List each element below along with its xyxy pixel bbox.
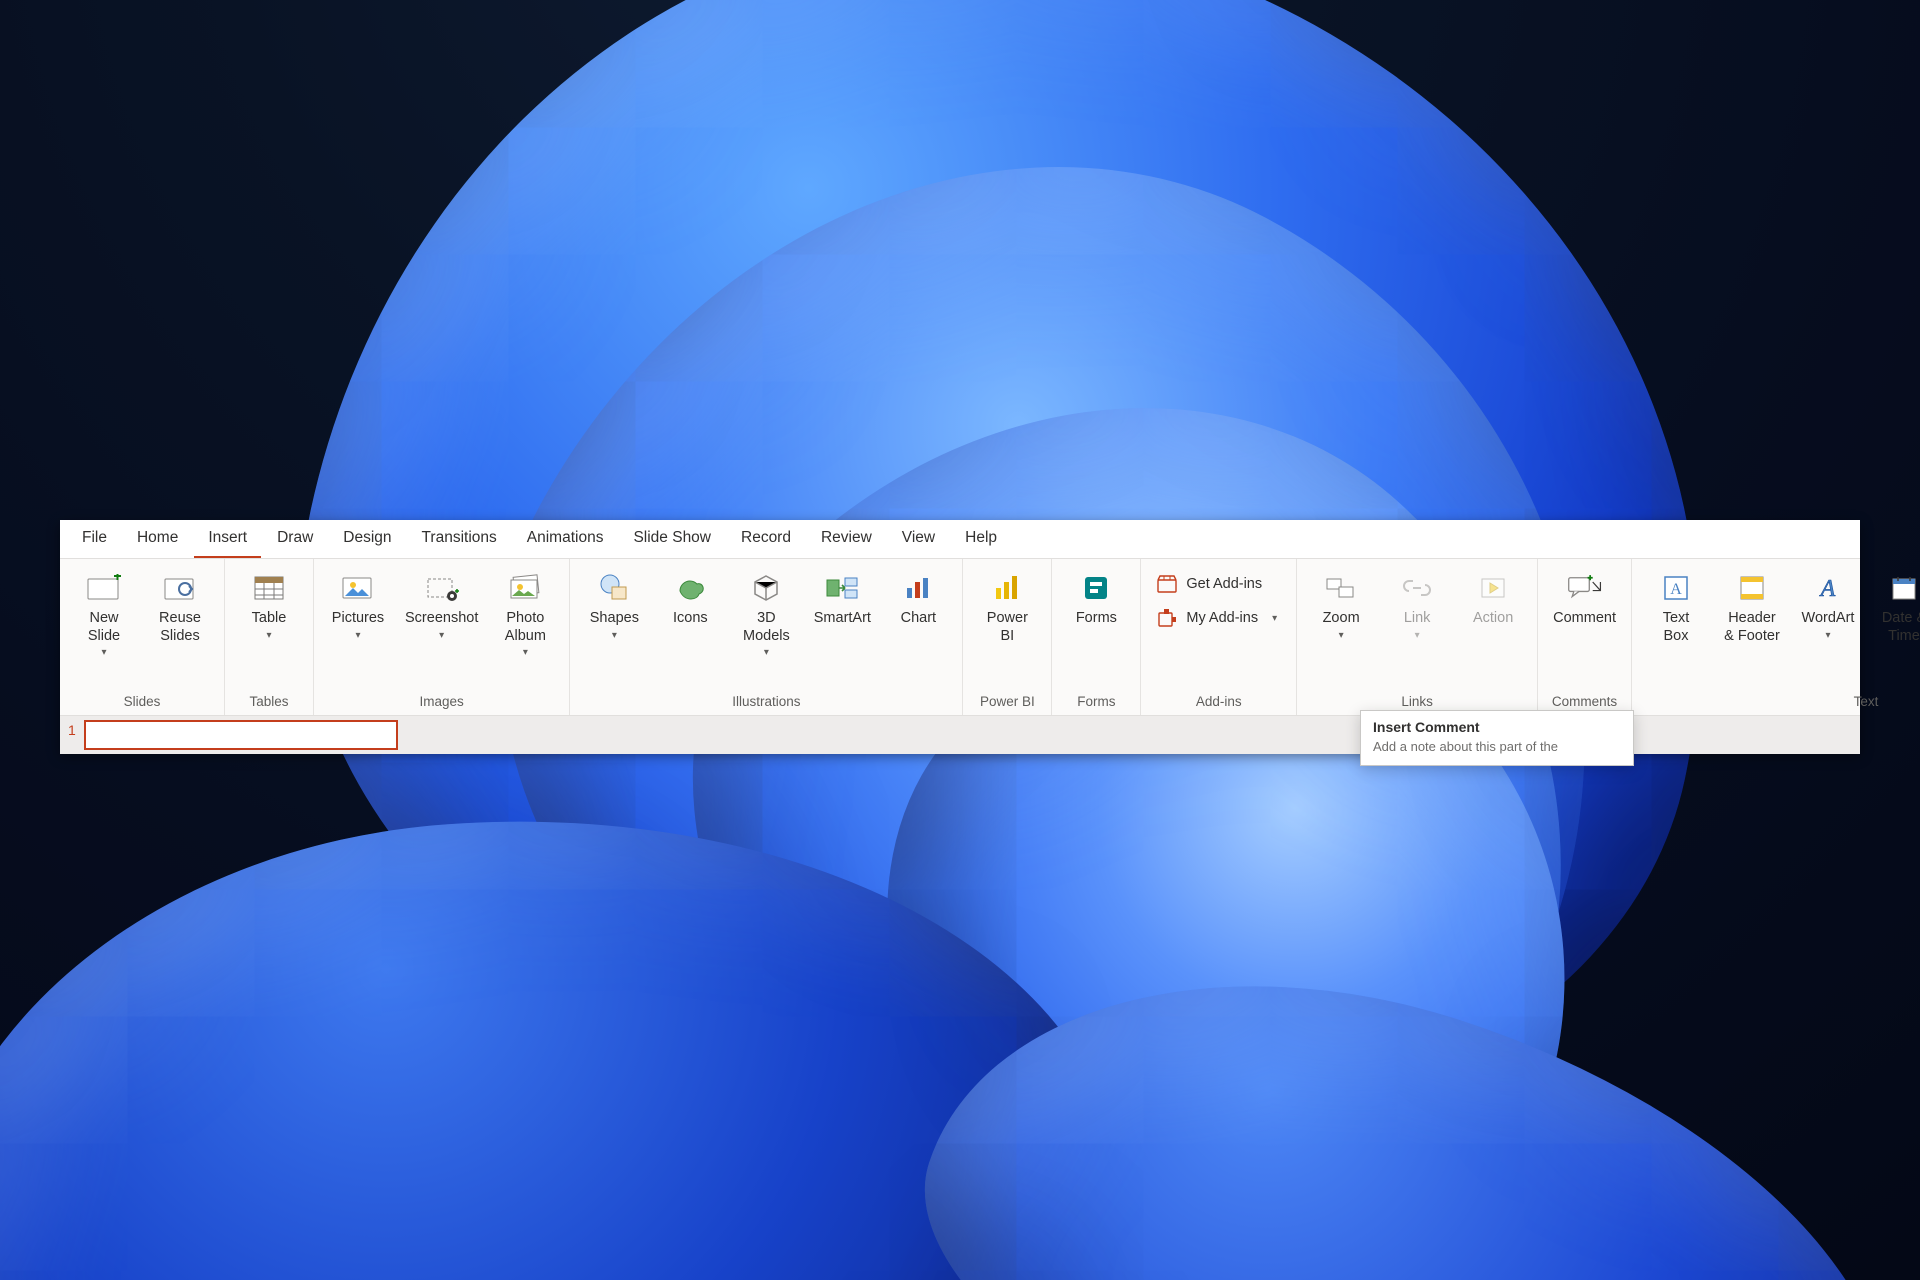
tooltip-title: Insert Comment [1373,719,1621,735]
table-icon [251,570,287,606]
action-button[interactable]: Action [1457,565,1529,629]
calendar-icon [1886,570,1920,606]
table-button[interactable]: Table ▾ [233,565,305,643]
forms-icon [1078,570,1114,606]
tab-animations[interactable]: Animations [513,523,618,558]
tooltip-body: Add a note about this part of the [1373,739,1621,755]
group-label-forms: Forms [1077,689,1115,715]
tab-view[interactable]: View [888,523,949,558]
group-label-tables: Tables [249,689,288,715]
tab-record[interactable]: Record [727,523,805,558]
forms-button[interactable]: Forms [1060,565,1132,629]
my-addins-button[interactable]: My Add-ins ▾ [1149,603,1288,633]
text-box-button[interactable]: A Text Box [1640,565,1712,646]
addins-icon [1156,607,1178,629]
tab-design[interactable]: Design [329,523,405,558]
get-addins-button[interactable]: Get Add-ins [1149,569,1288,599]
powerpoint-ribbon-window: File Home Insert Draw Design Transitions… [60,520,1860,752]
header-footer-button[interactable]: Header & Footer [1716,565,1788,646]
chevron-down-icon: ▾ [523,647,528,659]
smartart-icon [824,570,860,606]
link-button[interactable]: Link ▾ [1381,565,1453,643]
smartart-button[interactable]: SmartArt [806,565,878,629]
link-icon [1399,570,1435,606]
slide-number-label: 1 [68,716,76,738]
ribbon-body: New Slide ▾ Reuse Slides Slides [60,559,1860,716]
tooltip-insert-comment: Insert Comment Add a note about this par… [1360,710,1634,766]
comment-button[interactable]: Comment [1546,565,1623,629]
new-slide-icon [86,570,122,606]
power-bi-button[interactable]: Power BI [971,565,1043,646]
group-text: A Text Box Header & Footer A WordArt ▾ [1632,559,1920,715]
text-box-icon: A [1658,570,1694,606]
group-label-images: Images [420,689,464,715]
reuse-slides-icon [162,570,198,606]
photo-album-button[interactable]: Photo Album ▾ [489,565,561,661]
group-comments: Comment Comments [1538,559,1632,715]
group-label-slides: Slides [124,689,161,715]
tab-review[interactable]: Review [807,523,886,558]
group-links: Zoom ▾ Link ▾ Action Links [1297,559,1538,715]
group-addins: Get Add-ins My Add-ins ▾ Add-ins [1141,559,1297,715]
header-footer-icon [1734,570,1770,606]
chevron-down-icon: ▾ [266,630,271,642]
group-forms: Forms Forms [1052,559,1141,715]
shapes-icon [596,570,632,606]
group-powerbi: Power BI Power BI [963,559,1052,715]
chevron-down-icon: ▾ [355,630,360,642]
chevron-down-icon: ▾ [1415,630,1420,642]
chevron-down-icon: ▾ [439,630,444,642]
group-label-text: Text [1854,689,1879,715]
3d-models-button[interactable]: 3D Models ▾ [730,565,802,661]
wordart-icon: A [1810,570,1846,606]
photo-album-icon [507,570,543,606]
chevron-down-icon: ▾ [101,647,106,659]
group-slides: New Slide ▾ Reuse Slides Slides [60,559,225,715]
group-illustrations: Shapes ▾ Icons 3D Models ▾ [570,559,963,715]
pictures-button[interactable]: Pictures ▾ [322,565,394,643]
chevron-down-icon: ▾ [1339,630,1344,642]
new-slide-button[interactable]: New Slide ▾ [68,565,140,661]
tab-draw[interactable]: Draw [263,523,327,558]
group-tables: Table ▾ Tables [225,559,314,715]
power-bi-icon [989,570,1025,606]
group-label-addins: Add-ins [1196,689,1242,715]
tab-help[interactable]: Help [951,523,1011,558]
reuse-slides-button[interactable]: Reuse Slides [144,565,216,646]
icons-icon [672,570,708,606]
group-label-powerbi: Power BI [980,689,1035,715]
tab-slide-show[interactable]: Slide Show [619,523,725,558]
tab-home[interactable]: Home [123,523,192,558]
group-label-illustrations: Illustrations [732,689,800,715]
group-images: Pictures ▾ Screenshot ▾ Photo Album ▾ [314,559,570,715]
screenshot-icon [424,570,460,606]
action-icon [1475,570,1511,606]
slide-thumbnail-1[interactable] [84,720,398,750]
icons-button[interactable]: Icons [654,565,726,629]
zoom-button[interactable]: Zoom ▾ [1305,565,1377,643]
comment-icon [1567,570,1603,606]
chart-button[interactable]: Chart [882,565,954,629]
zoom-icon [1323,570,1359,606]
chart-icon [900,570,936,606]
chevron-down-icon: ▾ [1272,613,1277,624]
tab-file[interactable]: File [68,523,121,558]
chevron-down-icon: ▾ [764,647,769,659]
cube-icon [748,570,784,606]
screenshot-button[interactable]: Screenshot ▾ [398,565,485,643]
svg-text:A: A [1670,581,1682,598]
store-icon [1156,573,1178,595]
ribbon-tabs: File Home Insert Draw Design Transitions… [60,520,1860,559]
tab-insert[interactable]: Insert [194,523,261,558]
svg-text:A: A [1819,576,1836,602]
tab-transitions[interactable]: Transitions [408,523,511,558]
chevron-down-icon: ▾ [612,630,617,642]
pictures-icon [340,570,376,606]
date-time-button[interactable]: Date & Time [1868,565,1920,646]
shapes-button[interactable]: Shapes ▾ [578,565,650,643]
chevron-down-icon: ▾ [1825,630,1830,642]
slide-thumbnail-panel: 1 [60,716,398,754]
wordart-button[interactable]: A WordArt ▾ [1792,565,1864,643]
